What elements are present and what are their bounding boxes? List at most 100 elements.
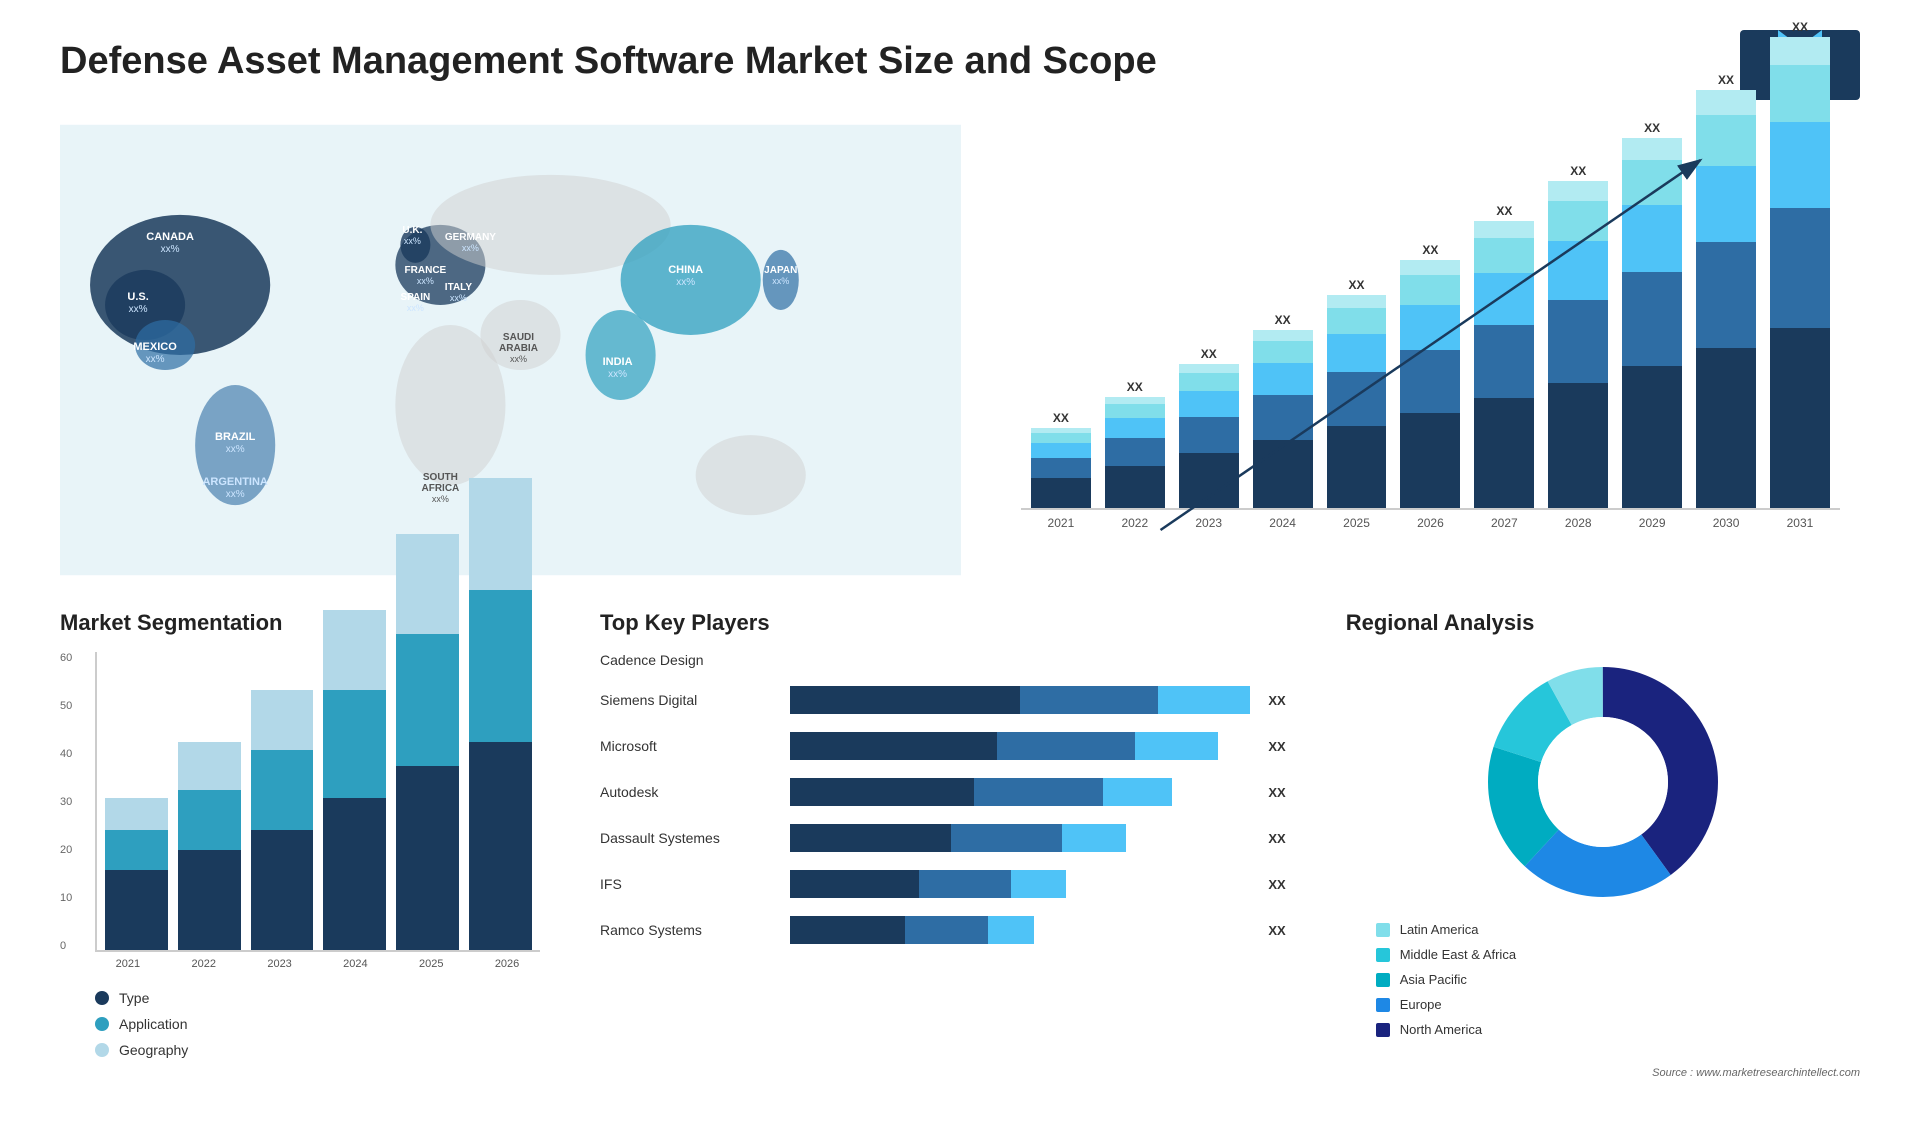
- player-xx-ramco: XX: [1268, 923, 1285, 938]
- legend-latin-america-color: [1376, 923, 1390, 937]
- legend-application-label: Application: [119, 1016, 188, 1032]
- bar-chart-area: XX XX: [1001, 120, 1860, 580]
- legend-type: Type: [95, 990, 540, 1006]
- seg-bar-2021: [105, 798, 168, 950]
- player-bar-autodesk: [790, 778, 1250, 806]
- bars-wrapper: XX XX: [1021, 130, 1840, 510]
- player-name-siemens: Siemens Digital: [600, 692, 780, 708]
- svg-text:SPAIN: SPAIN: [400, 292, 430, 303]
- player-xx-ifs: XX: [1268, 877, 1285, 892]
- svg-text:GERMANY: GERMANY: [445, 232, 496, 243]
- player-bar-microsoft: [790, 732, 1250, 760]
- seg-bar-2024: [323, 610, 386, 950]
- top-section: CANADA xx% U.S. xx% MEXICO xx% BRAZIL xx…: [60, 120, 1860, 580]
- seg-bar-2022: [178, 742, 241, 950]
- svg-text:BRAZIL: BRAZIL: [215, 431, 256, 443]
- legend-type-label: Type: [119, 990, 149, 1006]
- bar-group-2024: XX: [1253, 313, 1313, 508]
- regional-legend: Latin America Middle East & Africa Asia …: [1346, 922, 1860, 1037]
- regional-title: Regional Analysis: [1346, 610, 1860, 636]
- svg-text:xx%: xx%: [417, 276, 434, 286]
- player-name-microsoft: Microsoft: [600, 738, 780, 754]
- bottom-section: Market Segmentation 0 10 20 30 40 50 60: [60, 610, 1860, 1090]
- bar-group-2030: XX: [1696, 73, 1756, 508]
- svg-text:xx%: xx%: [772, 276, 789, 286]
- header: Defense Asset Management Software Market…: [60, 30, 1860, 100]
- player-name-autodesk: Autodesk: [600, 784, 780, 800]
- legend-asia-pacific: Asia Pacific: [1376, 972, 1860, 987]
- legend-europe-label: Europe: [1400, 997, 1442, 1012]
- svg-text:xx%: xx%: [226, 489, 245, 500]
- svg-text:xx%: xx%: [226, 444, 245, 455]
- svg-text:xx%: xx%: [462, 243, 479, 253]
- seg-x-labels: 2021 2022 2023 2024 2025 2026: [60, 958, 540, 970]
- player-row-autodesk: Autodesk XX: [600, 778, 1286, 806]
- player-xx-siemens: XX: [1268, 693, 1285, 708]
- donut-svg: [1473, 652, 1733, 912]
- legend-asia-pacific-label: Asia Pacific: [1400, 972, 1467, 987]
- legend-europe-color: [1376, 998, 1390, 1012]
- segmentation-title: Market Segmentation: [60, 610, 540, 636]
- svg-text:INDIA: INDIA: [603, 356, 633, 368]
- svg-text:CHINA: CHINA: [668, 264, 703, 276]
- legend-geography-label: Geography: [119, 1042, 188, 1058]
- player-row-ifs: IFS XX: [600, 870, 1286, 898]
- legend-north-america-color: [1376, 1023, 1390, 1037]
- seg-chart: 0 10 20 30 40 50 60: [60, 652, 540, 952]
- page-title: Defense Asset Management Software Market…: [60, 40, 1157, 83]
- seg-bar-2023: [251, 690, 314, 950]
- svg-text:xx%: xx%: [129, 304, 148, 315]
- bar-group-2022: XX: [1105, 380, 1165, 508]
- legend-middle-east-color: [1376, 948, 1390, 962]
- legend-latin-america: Latin America: [1376, 922, 1860, 937]
- svg-text:xx%: xx%: [676, 277, 695, 288]
- player-name-ramco: Ramco Systems: [600, 922, 780, 938]
- segmentation-area: Market Segmentation 0 10 20 30 40 50 60: [60, 610, 540, 1090]
- bar-group-2021: XX: [1031, 411, 1091, 508]
- player-bar-ramco: [790, 916, 1250, 944]
- player-row-microsoft: Microsoft XX: [600, 732, 1286, 760]
- players-area: Top Key Players Cadence Design Siemens D…: [580, 610, 1306, 1090]
- bar-group-2028: XX: [1548, 164, 1608, 508]
- player-bar-dassault: [790, 824, 1250, 852]
- seg-legend: Type Application Geography: [60, 990, 540, 1058]
- svg-text:xx%: xx%: [146, 354, 165, 365]
- player-row-siemens: Siemens Digital XX: [600, 686, 1286, 714]
- svg-text:xx%: xx%: [450, 293, 467, 303]
- player-xx-autodesk: XX: [1268, 785, 1285, 800]
- svg-text:xx%: xx%: [432, 494, 449, 504]
- svg-text:ARABIA: ARABIA: [499, 343, 538, 354]
- svg-text:xx%: xx%: [608, 369, 627, 380]
- player-name-ifs: IFS: [600, 876, 780, 892]
- legend-europe: Europe: [1376, 997, 1860, 1012]
- regional-area: Regional Analysis: [1346, 610, 1860, 1090]
- svg-text:SOUTH: SOUTH: [423, 472, 458, 483]
- bar-group-2031: XX: [1770, 20, 1830, 508]
- bar-group-2023: XX: [1179, 347, 1239, 508]
- seg-bars-inner: [95, 652, 540, 952]
- player-row-dassault: Dassault Systemes XX: [600, 824, 1286, 852]
- seg-y-axis: 0 10 20 30 40 50 60: [60, 652, 85, 952]
- player-row-cadence: Cadence Design: [600, 652, 1286, 668]
- legend-middle-east-label: Middle East & Africa: [1400, 947, 1516, 962]
- legend-north-america-label: North America: [1400, 1022, 1482, 1037]
- svg-text:MEXICO: MEXICO: [133, 341, 177, 353]
- player-bar-ifs: [790, 870, 1250, 898]
- players-title: Top Key Players: [600, 610, 1286, 636]
- donut-wrapper: [1346, 652, 1860, 912]
- svg-text:CANADA: CANADA: [146, 231, 194, 243]
- legend-geography: Geography: [95, 1042, 540, 1058]
- svg-text:xx%: xx%: [404, 236, 421, 246]
- svg-text:U.K.: U.K.: [402, 225, 422, 236]
- player-xx-dassault: XX: [1268, 831, 1285, 846]
- svg-text:xx%: xx%: [510, 354, 527, 364]
- bar-x-labels: 2021 2022 2023 2024 2025 2026 2027 2028 …: [1021, 510, 1840, 530]
- legend-latin-america-label: Latin America: [1400, 922, 1479, 937]
- page-container: Defense Asset Management Software Market…: [0, 0, 1920, 1146]
- player-xx-microsoft: XX: [1268, 739, 1285, 754]
- player-row-ramco: Ramco Systems XX: [600, 916, 1286, 944]
- svg-text:ITALY: ITALY: [445, 282, 473, 293]
- legend-north-america: North America: [1376, 1022, 1860, 1037]
- bar-group-2027: XX: [1474, 204, 1534, 508]
- svg-text:xx%: xx%: [161, 244, 180, 255]
